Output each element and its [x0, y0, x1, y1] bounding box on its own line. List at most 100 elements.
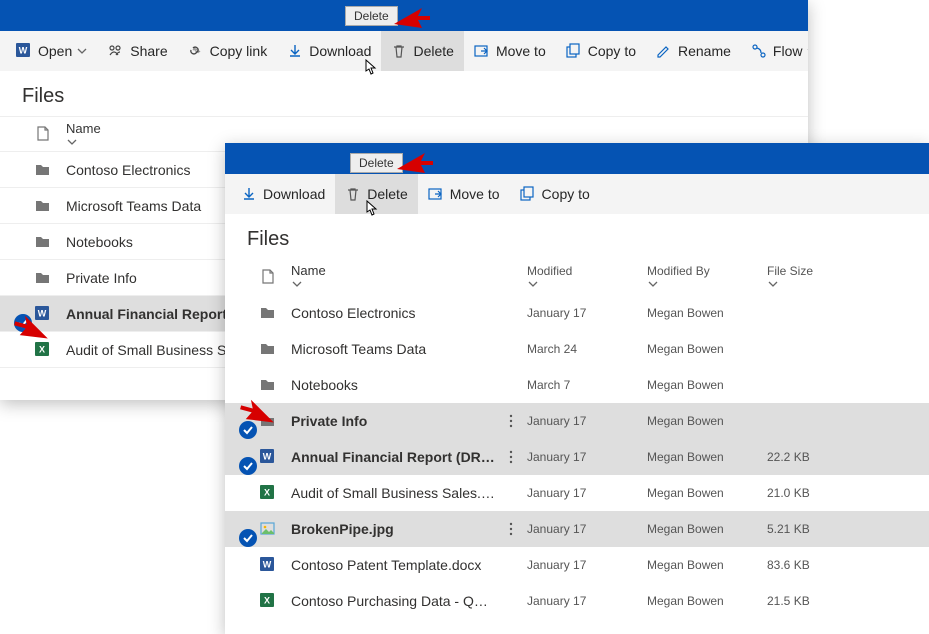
toolbar: Download Delete Move to Copy to	[225, 174, 929, 214]
selection-check-icon[interactable]	[239, 421, 257, 439]
copyto-label: Copy to	[588, 43, 636, 59]
flow-icon	[751, 43, 767, 59]
modifiedby-cell: Megan Bowen	[647, 450, 767, 464]
size-cell: 21.0 KB	[767, 486, 847, 500]
download-label: Download	[263, 186, 325, 202]
modified-cell: January 17	[527, 594, 647, 608]
modifiedby-cell: Megan Bowen	[647, 378, 767, 392]
modified-cell: January 17	[527, 558, 647, 572]
more-icon[interactable]	[503, 449, 527, 465]
selection-check-icon[interactable]	[14, 314, 32, 332]
file-name[interactable]: Contoso Electronics	[283, 305, 503, 321]
link-icon	[188, 43, 204, 59]
excel-icon	[253, 485, 283, 501]
copyto-icon	[520, 186, 536, 202]
folder-icon	[28, 270, 58, 286]
modified-cell: January 17	[527, 306, 647, 320]
size-cell: 22.2 KB	[767, 450, 847, 464]
selection-check-icon[interactable]	[239, 457, 257, 475]
delete-tooltip: Delete	[350, 153, 403, 173]
moveto-icon	[474, 43, 490, 59]
modified-cell: March 24	[527, 342, 647, 356]
moveto-button[interactable]: Move to	[464, 31, 556, 71]
file-row[interactable]: Contoso Purchasing Data - Q1 ... January …	[225, 583, 929, 619]
folder-icon	[253, 305, 283, 321]
file-name[interactable]: BrokenPipe.jpg	[283, 521, 503, 537]
delete-label: Delete	[413, 43, 453, 59]
word-icon	[16, 43, 32, 59]
rename-label: Rename	[678, 43, 731, 59]
folder-icon	[253, 413, 283, 429]
file-name[interactable]: Notebooks	[283, 377, 503, 393]
delete-button[interactable]: Delete	[381, 31, 463, 71]
file-icon	[253, 269, 283, 285]
copyto-icon	[566, 43, 582, 59]
file-name[interactable]: Annual Financial Report (DRAF...	[283, 449, 503, 465]
folder-icon	[253, 377, 283, 393]
modified-cell: January 17	[527, 450, 647, 464]
file-row[interactable]: BrokenPipe.jpgJanuary 17Megan Bowen5.21 …	[225, 511, 929, 547]
modified-cell: January 17	[527, 486, 647, 500]
chevron-down-icon	[76, 45, 88, 57]
share-icon	[108, 43, 124, 59]
folder-icon	[28, 198, 58, 214]
moveto-label: Move to	[450, 186, 500, 202]
folder-icon	[253, 341, 283, 357]
folder-icon	[28, 162, 58, 178]
file-row[interactable]: Audit of Small Business Sales.xlsx Januar…	[225, 475, 929, 511]
delete-tooltip: Delete	[345, 6, 398, 26]
modified-cell: January 17	[527, 414, 647, 428]
size-header[interactable]: File Size	[767, 264, 847, 290]
file-row[interactable]: Contoso Patent Template.docx January 17Me…	[225, 547, 929, 583]
share-button[interactable]: Share	[98, 31, 177, 71]
more-icon[interactable]	[503, 521, 527, 537]
modifiedby-cell: Megan Bowen	[647, 486, 767, 500]
modifiedby-cell: Megan Bowen	[647, 306, 767, 320]
file-name[interactable]: Contoso Patent Template.docx	[283, 557, 503, 573]
page-title: Files	[225, 214, 929, 259]
file-row[interactable]: Microsoft Teams Data March 24Megan Bowen	[225, 331, 929, 367]
size-cell: 83.6 KB	[767, 558, 847, 572]
word-icon	[28, 306, 58, 322]
flow-button[interactable]: Flow	[741, 31, 808, 71]
file-name[interactable]: Audit of Small Business Sales.xlsx	[283, 485, 503, 501]
file-row[interactable]: Annual Financial Report (DRAF... January …	[225, 439, 929, 475]
modifiedby-cell: Megan Bowen	[647, 594, 767, 608]
moveto-label: Move to	[496, 43, 546, 59]
image-icon	[253, 521, 283, 537]
selection-check-icon[interactable]	[239, 529, 257, 547]
word-icon	[253, 449, 283, 465]
modifiedby-cell: Megan Bowen	[647, 558, 767, 572]
word-icon	[253, 557, 283, 573]
copyto-button[interactable]: Copy to	[556, 31, 646, 71]
modified-header[interactable]: Modified	[527, 264, 647, 290]
file-name[interactable]: Microsoft Teams Data	[283, 341, 503, 357]
file-row[interactable]: Notebooks March 7Megan Bowen	[225, 367, 929, 403]
delete-icon	[391, 43, 407, 59]
toolbar: Open Share Copy link Download Delete Mov…	[0, 31, 808, 71]
download-button[interactable]: Download	[231, 174, 335, 214]
modifiedby-cell: Megan Bowen	[647, 414, 767, 428]
excel-icon	[28, 342, 58, 358]
name-header[interactable]: Name	[283, 263, 503, 290]
modifiedby-header[interactable]: Modified By	[647, 264, 767, 290]
copyto-button[interactable]: Copy to	[510, 174, 600, 214]
copylink-button[interactable]: Copy link	[178, 31, 278, 71]
file-list: Name Modified Modified By File Size Cont…	[225, 259, 929, 619]
file-row[interactable]: Private Info January 17Megan Bowen	[225, 403, 929, 439]
rename-button[interactable]: Rename	[646, 31, 741, 71]
modifiedby-cell: Megan Bowen	[647, 522, 767, 536]
file-name[interactable]: Private Info	[283, 413, 503, 429]
copylink-label: Copy link	[210, 43, 268, 59]
column-header-row: Name Modified Modified By File Size	[225, 259, 929, 295]
open-label: Open	[38, 43, 72, 59]
open-button[interactable]: Open	[6, 31, 98, 71]
share-label: Share	[130, 43, 167, 59]
file-name[interactable]: Contoso Purchasing Data - Q1 ...	[283, 593, 503, 609]
modifiedby-cell: Megan Bowen	[647, 342, 767, 356]
modified-cell: March 7	[527, 378, 647, 392]
moveto-button[interactable]: Move to	[418, 174, 510, 214]
file-row[interactable]: Contoso Electronics January 17Megan Bowen	[225, 295, 929, 331]
size-cell: 5.21 KB	[767, 522, 847, 536]
more-icon[interactable]	[503, 413, 527, 429]
